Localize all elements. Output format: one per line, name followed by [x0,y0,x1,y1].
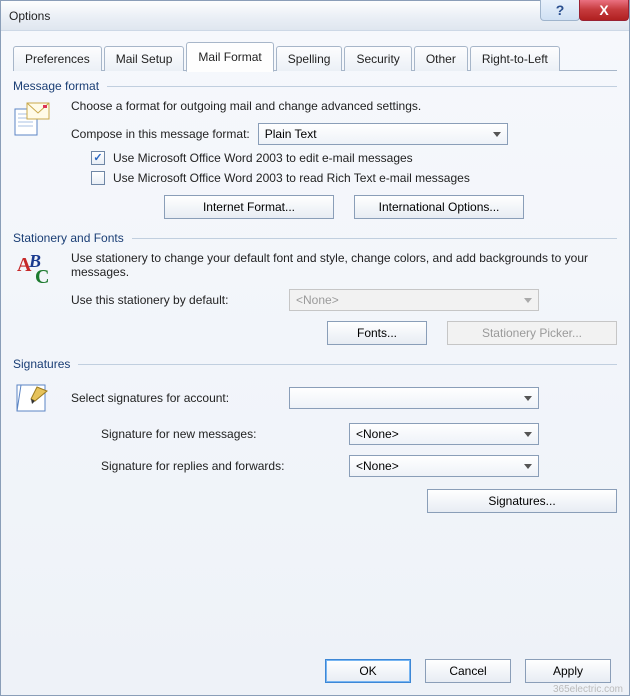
group-header-signatures: Signatures [13,357,617,371]
signature-new-label: Signature for new messages: [71,427,341,441]
signature-reply-value: <None> [356,459,399,473]
svg-text:C: C [35,266,49,287]
divider [107,86,617,87]
signature-account-select[interactable] [289,387,539,409]
stationery-default-label: Use this stationery by default: [71,293,281,307]
cancel-button[interactable]: Cancel [425,659,511,683]
use-word-edit-label: Use Microsoft Office Word 2003 to edit e… [113,151,413,165]
divider [132,238,617,239]
tab-mail-setup[interactable]: Mail Setup [104,46,185,71]
tab-security[interactable]: Security [344,46,411,71]
use-word-read-checkbox[interactable] [91,171,105,185]
signatures-button[interactable]: Signatures... [427,489,617,513]
compose-format-value: Plain Text [265,127,317,141]
stationery-desc: Use stationery to change your default fo… [71,251,617,279]
signature-reply-select[interactable]: <None> [349,455,539,477]
tab-preferences[interactable]: Preferences [13,46,102,71]
window-title: Options [9,9,50,23]
group-header-stationery: Stationery and Fonts [13,231,617,245]
title-button-group: ? X [541,0,629,21]
titlebar: Options ? X [1,1,629,31]
watermark: 365electric.com [553,684,623,695]
close-button[interactable]: X [579,0,629,21]
stationery-icon: A B C [13,251,61,345]
fonts-button[interactable]: Fonts... [327,321,427,345]
footer-buttons: OK Cancel Apply [325,659,611,683]
group-title: Stationery and Fonts [13,231,124,245]
group-message-format: Message format [13,79,617,219]
group-header-message-format: Message format [13,79,617,93]
signature-new-select[interactable]: <None> [349,423,539,445]
help-icon: ? [556,2,565,18]
message-format-desc: Choose a format for outgoing mail and ch… [71,99,617,113]
help-button[interactable]: ? [540,0,580,21]
tab-mail-format[interactable]: Mail Format [186,42,273,72]
internet-format-button[interactable]: Internet Format... [164,195,334,219]
group-stationery: Stationery and Fonts A B C Use stationer… [13,231,617,345]
tab-other[interactable]: Other [414,46,468,71]
signature-reply-label: Signature for replies and forwards: [71,459,341,473]
stationery-default-select: <None> [289,289,539,311]
use-word-edit-checkbox[interactable] [91,151,105,165]
group-title: Signatures [13,357,70,371]
tab-right-to-left[interactable]: Right-to-Left [470,46,560,71]
international-options-button[interactable]: International Options... [354,195,524,219]
group-title: Message format [13,79,99,93]
ok-button[interactable]: OK [325,659,411,683]
apply-button[interactable]: Apply [525,659,611,683]
group-signatures: Signatures Select signatures for account… [13,357,617,513]
tab-row: Preferences Mail Setup Mail Format Spell… [13,41,617,71]
message-format-icon [13,99,61,219]
close-icon: X [599,2,608,18]
stationery-default-value: <None> [296,293,339,307]
signature-new-value: <None> [356,427,399,441]
options-window: Options ? X Preferences Mail Setup Mail … [0,0,630,696]
content-area: Preferences Mail Setup Mail Format Spell… [1,31,629,513]
signatures-icon [13,377,61,513]
signature-account-label: Select signatures for account: [71,391,281,405]
tab-spelling[interactable]: Spelling [276,46,343,71]
stationery-picker-button: Stationery Picker... [447,321,617,345]
compose-format-label: Compose in this message format: [71,127,250,141]
compose-format-select[interactable]: Plain Text [258,123,508,145]
divider [78,364,617,365]
use-word-read-label: Use Microsoft Office Word 2003 to read R… [113,171,470,185]
